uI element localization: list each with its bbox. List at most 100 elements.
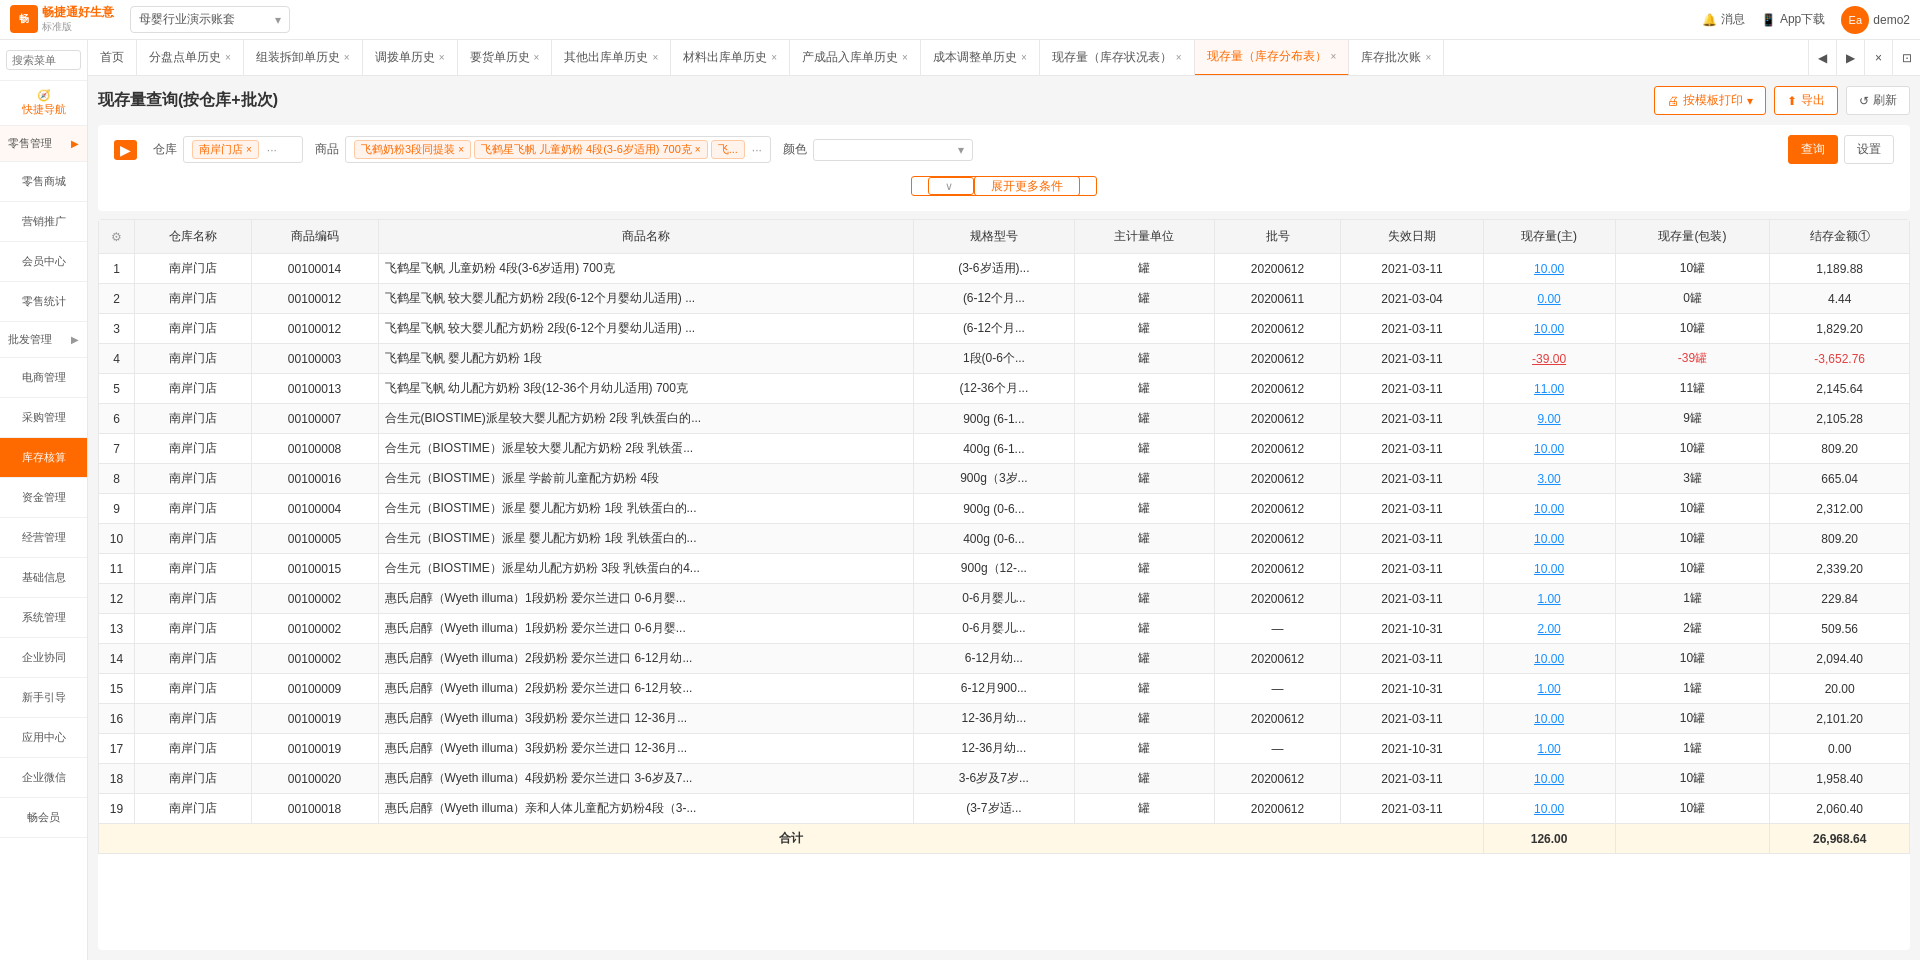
sidebar-item-operations[interactable]: 经营管理: [0, 518, 87, 558]
product-tag-1-close[interactable]: ×: [695, 144, 701, 155]
sidebar-nav-item[interactable]: 🧭 快捷导航: [0, 81, 87, 126]
warehouse-more[interactable]: ···: [267, 143, 277, 157]
close-tab-disassemble[interactable]: ×: [344, 52, 350, 63]
sidebar-item-vip[interactable]: 畅会员: [0, 798, 87, 838]
tab-material-out[interactable]: 材料出库单历史 ×: [671, 40, 790, 76]
tab-cost-adjust[interactable]: 成本调整单历史 ×: [921, 40, 1040, 76]
cell-stock-main[interactable]: 10.00: [1483, 494, 1615, 524]
tab-requisition[interactable]: 要货单历史 ×: [458, 40, 553, 76]
warehouse-tag-close[interactable]: ×: [246, 144, 252, 155]
cell-stock-main[interactable]: 10.00: [1483, 254, 1615, 284]
cell-product-code: 00100007: [251, 404, 378, 434]
tab-next-button[interactable]: ▶: [1836, 40, 1864, 76]
close-tab-adjust[interactable]: ×: [439, 52, 445, 63]
cell-balance: 2,145.64: [1770, 374, 1910, 404]
cell-stock-main[interactable]: 3.00: [1483, 464, 1615, 494]
cell-expiry: 2021-03-11: [1341, 584, 1483, 614]
cell-stock-main[interactable]: 10.00: [1483, 644, 1615, 674]
close-tab-split[interactable]: ×: [225, 52, 231, 63]
cell-stock-main[interactable]: 11.00: [1483, 374, 1615, 404]
search-input[interactable]: [6, 50, 81, 70]
expand-more-button[interactable]: ∨ 展开更多条件: [114, 172, 1894, 201]
summary-row: 合计 126.00 26,968.64: [99, 824, 1910, 854]
cell-stock-main[interactable]: 10.00: [1483, 314, 1615, 344]
cell-stock-main[interactable]: 10.00: [1483, 704, 1615, 734]
cell-balance: 2,101.20: [1770, 704, 1910, 734]
sidebar-item-system[interactable]: 系统管理: [0, 598, 87, 638]
tab-disassemble[interactable]: 组装拆卸单历史 ×: [244, 40, 363, 76]
sidebar-item-finance[interactable]: 资金管理: [0, 478, 87, 518]
tab-split[interactable]: 分盘点单历史 ×: [137, 40, 244, 76]
tab-close-button[interactable]: ×: [1864, 40, 1892, 76]
sidebar-item-retail-store[interactable]: 零售商城: [0, 162, 87, 202]
tab-menu-button[interactable]: ⊡: [1892, 40, 1920, 76]
close-tab-requisition[interactable]: ×: [534, 52, 540, 63]
sidebar-item-stats[interactable]: 零售统计: [0, 282, 87, 322]
query-button[interactable]: 查询: [1788, 135, 1838, 164]
close-tab-other-out[interactable]: ×: [652, 52, 658, 63]
tab-batch-ledger[interactable]: 库存批次账 ×: [1349, 40, 1444, 76]
sidebar-item-retail[interactable]: 零售管理 ▶: [0, 126, 87, 162]
product-value-field[interactable]: 飞鹤奶粉3段同提装 × 飞鹤星飞帆 儿童奶粉 4段(3-6岁适用) 700克 ×…: [345, 136, 771, 163]
sidebar-item-app-center[interactable]: 应用中心: [0, 718, 87, 758]
export-button[interactable]: ⬆ 导出: [1774, 86, 1838, 115]
cell-stock-main[interactable]: 10.00: [1483, 794, 1615, 824]
product-more[interactable]: ···: [752, 143, 762, 157]
sidebar-item-marketing[interactable]: 营销推广: [0, 202, 87, 242]
org-selector[interactable]: 母婴行业演示账套 ▾: [130, 6, 290, 33]
close-tab-stock-dist[interactable]: ×: [1331, 51, 1337, 62]
sidebar-item-purchase[interactable]: 采购管理: [0, 398, 87, 438]
cell-stock-main[interactable]: 10.00: [1483, 554, 1615, 584]
filter-expand-toggle[interactable]: ▶: [114, 142, 137, 158]
warehouse-value-field[interactable]: 南岸门店 × ···: [183, 136, 303, 163]
close-tab-cost-adjust[interactable]: ×: [1021, 52, 1027, 63]
cell-stock-main[interactable]: 10.00: [1483, 434, 1615, 464]
settings-button[interactable]: 设置: [1844, 135, 1894, 164]
settings-icon[interactable]: ⚙: [111, 230, 122, 244]
th-settings[interactable]: ⚙: [99, 220, 135, 254]
user-menu[interactable]: Ea demo2: [1841, 6, 1910, 34]
app-download-button[interactable]: 📱 App下载: [1761, 11, 1825, 28]
product-tag-0-close[interactable]: ×: [458, 144, 464, 155]
printer-icon: 🖨: [1667, 94, 1679, 108]
tab-product-in[interactable]: 产成品入库单历史 ×: [790, 40, 921, 76]
tab-adjust[interactable]: 调拨单历史 ×: [363, 40, 458, 76]
cell-batch: 20200612: [1214, 254, 1341, 284]
sidebar-item-inventory[interactable]: 库存核算: [0, 438, 87, 478]
close-tab-material-out[interactable]: ×: [771, 52, 777, 63]
cell-stock-main[interactable]: 10.00: [1483, 764, 1615, 794]
sidebar-item-basic[interactable]: 基础信息: [0, 558, 87, 598]
sidebar-item-wecom[interactable]: 企业微信: [0, 758, 87, 798]
sidebar-item-enterprise[interactable]: 企业协同: [0, 638, 87, 678]
tab-other-out[interactable]: 其他出库单历史 ×: [552, 40, 671, 76]
print-button[interactable]: 🖨 按模板打印 ▾: [1654, 86, 1766, 115]
color-chevron-icon: ▾: [958, 143, 964, 157]
cell-stock-main[interactable]: 9.00: [1483, 404, 1615, 434]
tab-stock-dist[interactable]: 现存量（库存分布表） ×: [1195, 40, 1350, 76]
close-tab-product-in[interactable]: ×: [902, 52, 908, 63]
message-button[interactable]: 🔔 消息: [1702, 11, 1745, 28]
refresh-button[interactable]: ↺ 刷新: [1846, 86, 1910, 115]
sidebar: 🧭 快捷导航 零售管理 ▶ 零售商城 营销推广 会员中心 零售统计 批发管理 ▶…: [0, 40, 88, 960]
close-tab-batch-ledger[interactable]: ×: [1425, 52, 1431, 63]
sidebar-item-onboarding[interactable]: 新手引导: [0, 678, 87, 718]
cell-stock-main[interactable]: 1.00: [1483, 674, 1615, 704]
cell-stock-main[interactable]: 1.00: [1483, 584, 1615, 614]
color-value-field[interactable]: ▾: [813, 139, 973, 161]
sidebar-item-ecommerce[interactable]: 电商管理: [0, 358, 87, 398]
tab-stock-status[interactable]: 现存量（库存状况表） ×: [1040, 40, 1195, 76]
cell-stock-main[interactable]: 0.00: [1483, 284, 1615, 314]
cell-stock-main[interactable]: 1.00: [1483, 734, 1615, 764]
sidebar-item-member[interactable]: 会员中心: [0, 242, 87, 282]
table-container: ⚙ 仓库名称 商品编码 商品名称 规格型号 主计量单位 批号 失效日期 现存量(…: [98, 219, 1910, 950]
cell-stock-main[interactable]: -39.00: [1483, 344, 1615, 374]
close-tab-stock-status[interactable]: ×: [1176, 52, 1182, 63]
cell-index: 16: [99, 704, 135, 734]
cell-stock-pack: 1罐: [1615, 584, 1770, 614]
tab-prev-button[interactable]: ◀: [1808, 40, 1836, 76]
export-icon: ⬆: [1787, 94, 1797, 108]
sidebar-item-wholesale[interactable]: 批发管理 ▶: [0, 322, 87, 358]
tab-home[interactable]: 首页: [88, 40, 137, 76]
cell-stock-main[interactable]: 2.00: [1483, 614, 1615, 644]
cell-stock-main[interactable]: 10.00: [1483, 524, 1615, 554]
